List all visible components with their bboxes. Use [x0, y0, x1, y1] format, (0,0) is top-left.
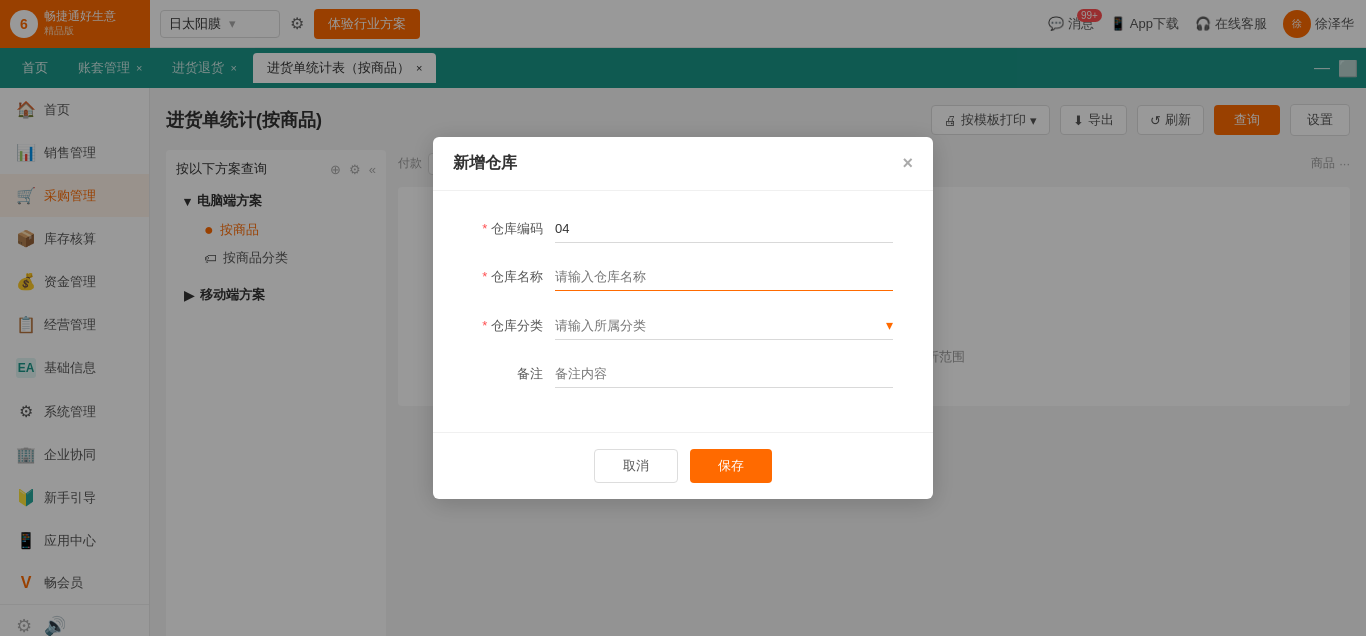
- category-chevron-icon: ▾: [886, 317, 893, 333]
- category-input[interactable]: [555, 318, 886, 333]
- note-input[interactable]: [555, 360, 893, 388]
- category-select[interactable]: ▾: [555, 311, 893, 340]
- category-label: 仓库分类: [473, 317, 543, 335]
- save-btn[interactable]: 保存: [690, 449, 772, 483]
- modal-header: 新增仓库 ×: [433, 137, 933, 191]
- form-row-code: 仓库编码: [473, 215, 893, 243]
- add-warehouse-modal: 新增仓库 × 仓库编码 仓库名称 仓库分类 ▾: [433, 137, 933, 499]
- form-row-name: 仓库名称: [473, 263, 893, 291]
- modal-close-btn[interactable]: ×: [902, 153, 913, 174]
- name-input[interactable]: [555, 263, 893, 291]
- form-row-note: 备注: [473, 360, 893, 388]
- code-label: 仓库编码: [473, 220, 543, 238]
- modal-title: 新增仓库: [453, 153, 517, 174]
- name-label: 仓库名称: [473, 268, 543, 286]
- modal-body: 仓库编码 仓库名称 仓库分类 ▾ 备注: [433, 191, 933, 432]
- cancel-btn[interactable]: 取消: [594, 449, 678, 483]
- note-label: 备注: [473, 365, 543, 383]
- code-input[interactable]: [555, 215, 893, 243]
- modal-overlay[interactable]: 新增仓库 × 仓库编码 仓库名称 仓库分类 ▾: [0, 0, 1366, 636]
- form-row-category: 仓库分类 ▾: [473, 311, 893, 340]
- modal-footer: 取消 保存: [433, 432, 933, 499]
